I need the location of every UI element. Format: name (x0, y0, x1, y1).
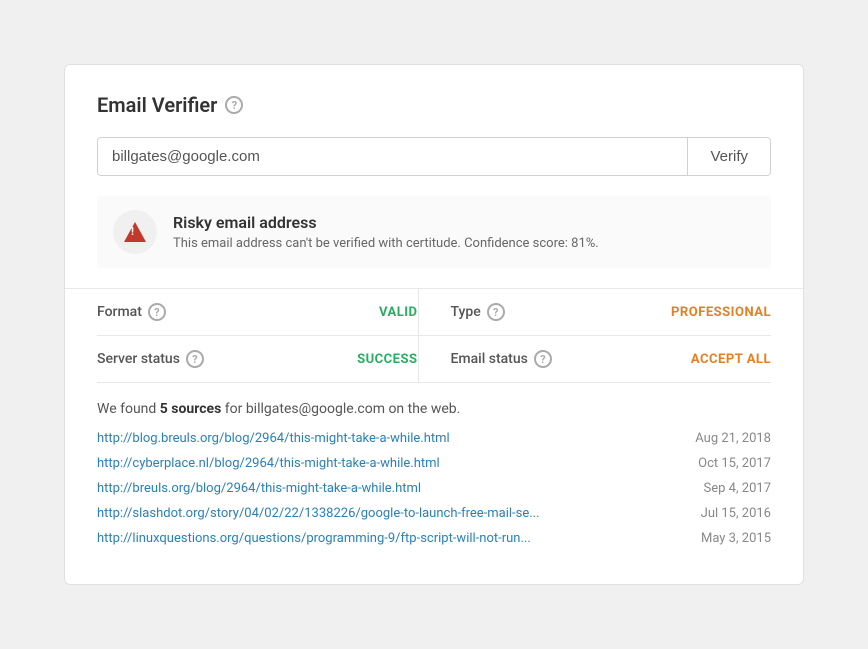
source-date: Aug 21, 2018 (695, 431, 771, 446)
server-status-value: SUCCESS (357, 352, 417, 367)
source-item: http://breuls.org/blog/2964/this-might-t… (97, 481, 771, 496)
format-stat: Format ? VALID (97, 289, 418, 335)
format-value: VALID (379, 305, 418, 320)
alert-description: This email address can't be verified wit… (173, 236, 599, 251)
type-value: PROFESSIONAL (671, 305, 771, 320)
sources-intro: We found 5 sources for billgates@google.… (97, 401, 771, 417)
sources-section: We found 5 sources for billgates@google.… (97, 383, 771, 546)
source-date: May 3, 2015 (701, 531, 771, 546)
server-email-row: Server status ? SUCCESS Email status ? A… (97, 336, 771, 383)
source-link[interactable]: http://slashdot.org/story/04/02/22/13382… (97, 506, 687, 521)
card-title: Email Verifier (97, 93, 217, 117)
format-type-row: Format ? VALID Type ? PROFESSIONAL (97, 289, 771, 336)
email-status-stat: Email status ? ACCEPT ALL (418, 336, 772, 382)
type-stat: Type ? PROFESSIONAL (418, 289, 772, 335)
source-item: http://slashdot.org/story/04/02/22/13382… (97, 506, 771, 521)
verify-button[interactable]: Verify (687, 138, 770, 175)
type-label: Type (451, 304, 481, 320)
source-date: Jul 15, 2016 (701, 506, 771, 521)
source-item: http://cyberplace.nl/blog/2964/this-migh… (97, 456, 771, 471)
title-help-icon[interactable]: ? (225, 96, 243, 114)
alert-icon-wrap (113, 210, 157, 254)
alert-box: Risky email address This email address c… (97, 196, 771, 268)
type-help-icon[interactable]: ? (487, 303, 505, 321)
email-status-label: Email status (451, 351, 528, 367)
source-link[interactable]: http://breuls.org/blog/2964/this-might-t… (97, 481, 690, 496)
source-link[interactable]: http://cyberplace.nl/blog/2964/this-migh… (97, 456, 684, 471)
server-status-stat: Server status ? SUCCESS (97, 336, 418, 382)
source-link[interactable]: http://blog.breuls.org/blog/2964/this-mi… (97, 431, 681, 446)
alert-title: Risky email address (173, 213, 599, 232)
server-status-label: Server status (97, 351, 180, 367)
email-status-value: ACCEPT ALL (691, 352, 771, 367)
email-input-row: Verify (97, 137, 771, 176)
source-item: http://linuxquestions.org/questions/prog… (97, 531, 771, 546)
email-status-help-icon[interactable]: ? (534, 350, 552, 368)
server-status-help-icon[interactable]: ? (186, 350, 204, 368)
email-verifier-card: Email Verifier ? Verify Risky email addr… (64, 64, 804, 585)
alert-text: Risky email address This email address c… (173, 213, 599, 251)
source-date: Oct 15, 2017 (698, 456, 771, 471)
source-item: http://blog.breuls.org/blog/2964/this-mi… (97, 431, 771, 446)
warning-icon (124, 222, 146, 242)
format-help-icon[interactable]: ? (148, 303, 166, 321)
sources-list: http://blog.breuls.org/blog/2964/this-mi… (97, 431, 771, 546)
format-label: Format (97, 304, 142, 320)
sources-count: 5 sources (160, 401, 222, 417)
source-link[interactable]: http://linuxquestions.org/questions/prog… (97, 531, 687, 546)
email-input[interactable] (98, 138, 687, 175)
source-date: Sep 4, 2017 (704, 481, 771, 496)
card-header: Email Verifier ? (97, 93, 771, 117)
